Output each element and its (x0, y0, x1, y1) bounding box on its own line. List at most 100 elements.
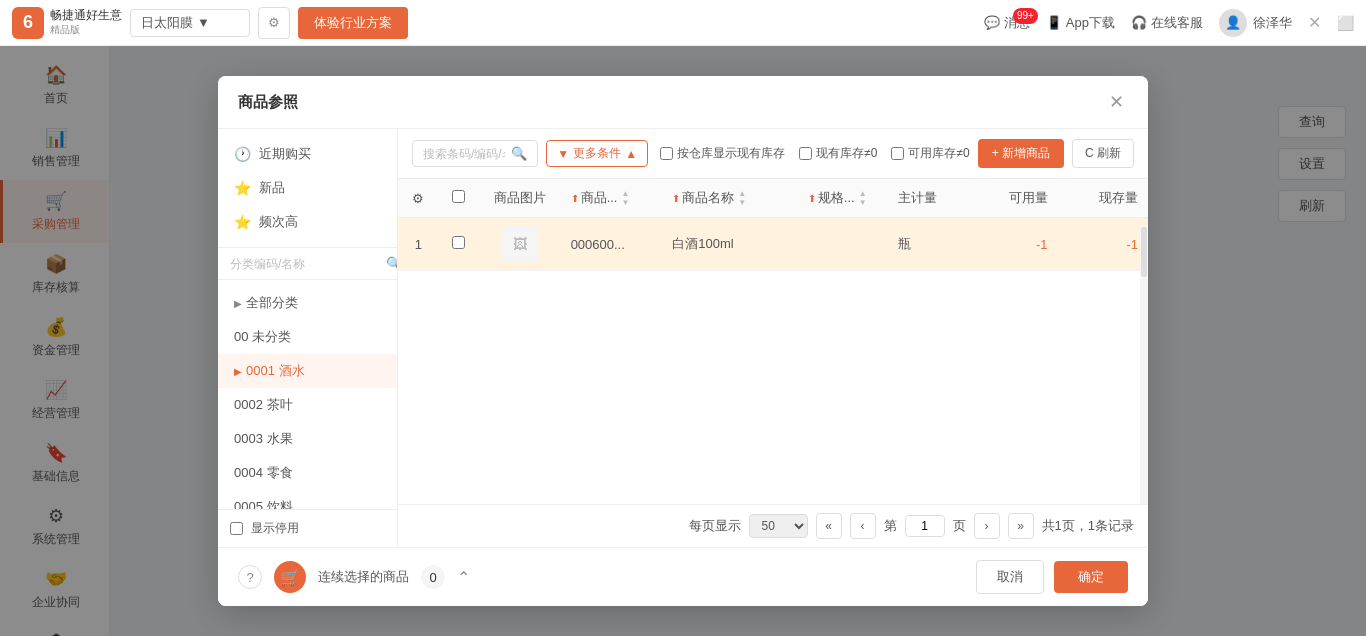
more-filter-button[interactable]: ▼ 更多条件 ▲ (546, 140, 648, 167)
cat-all[interactable]: ▶ 全部分类 (218, 286, 397, 320)
cat-tea[interactable]: 0002 茶叶 (218, 388, 397, 422)
col-code-header[interactable]: ⬆ 商品... ▲ ▼ (561, 179, 663, 218)
sort-spec-icon: ⬆ (808, 193, 816, 204)
product-search-input[interactable] (423, 147, 505, 161)
row-name-cell: 白酒100ml (662, 218, 798, 271)
app-download-item[interactable]: 📱 App下载 (1046, 14, 1115, 32)
app-logo-icon: 6 (12, 7, 44, 39)
footer-actions: 取消 确定 (976, 560, 1128, 594)
modal-close-button[interactable]: ✕ (1104, 90, 1128, 114)
by-warehouse-label: 按仓库显示现有库存 (677, 145, 785, 162)
modal-header: 商品参照 ✕ (218, 76, 1148, 129)
stock-nonzero-input[interactable] (799, 147, 812, 160)
help-button[interactable]: ? (238, 565, 262, 589)
category-search-input[interactable] (230, 257, 380, 271)
cat-fruit-label: 0003 水果 (234, 430, 293, 448)
first-page-btn[interactable]: « (816, 513, 842, 539)
col-code-label: 商品... (581, 189, 618, 207)
user-area[interactable]: 👤 徐泽华 (1219, 9, 1292, 37)
modal-body: 🕐 近期购买 ⭐ 新品 ⭐ 频次高 (218, 129, 1148, 547)
total-records-label: 共1页，1条记录 (1042, 517, 1134, 535)
cart-icon: 🛒 (280, 568, 300, 587)
avail-nonzero-input[interactable] (891, 147, 904, 160)
cat-beverage[interactable]: 0005 饮料 (218, 490, 397, 509)
add-product-button[interactable]: + 新增商品 (978, 139, 1064, 168)
recent-icon: 🕐 (234, 146, 251, 162)
freq-icon: ⭐ (234, 214, 251, 230)
online-service-label: 在线客服 (1151, 14, 1203, 32)
high-freq-tab[interactable]: ⭐ 频次高 (218, 205, 397, 239)
row-stock: -1 (1126, 237, 1138, 252)
window-expand-icon[interactable]: ⬜ (1337, 15, 1354, 31)
col-unit-header: 主计量 (888, 179, 967, 218)
window-close-icon[interactable]: ✕ (1308, 13, 1321, 32)
row-checkbox[interactable] (452, 236, 465, 249)
row-checkbox-cell[interactable] (439, 218, 480, 271)
trial-button[interactable]: 体验行业方案 (298, 7, 408, 39)
cancel-button[interactable]: 取消 (976, 560, 1044, 594)
settings-gear-btn[interactable]: ⚙ (258, 7, 290, 39)
app-download-label: App下载 (1066, 14, 1115, 32)
per-page-select[interactable]: 50 20 100 (749, 514, 808, 538)
cat-liquor[interactable]: ▶ 0001 酒水 (218, 354, 397, 388)
table-row[interactable]: 1 🖼 (398, 218, 1148, 271)
selected-count-badge: 0 (421, 565, 445, 589)
prev-page-btn[interactable]: ‹ (850, 513, 876, 539)
code-sort-arrows[interactable]: ▲ ▼ (621, 190, 629, 207)
checkbox-avail-nonzero[interactable]: 可用库存≠0 (891, 145, 969, 162)
filter-checkboxes: 按仓库显示现有库存 现有库存≠0 可用库存≠0 (660, 145, 970, 162)
gear-icon: ⚙ (268, 15, 280, 30)
checkbox-stock-nonzero[interactable]: 现有库存≠0 (799, 145, 877, 162)
last-page-btn[interactable]: » (1008, 513, 1034, 539)
next-page-btn[interactable]: › (974, 513, 1000, 539)
table-settings-icon[interactable]: ⚙ (412, 191, 424, 206)
recent-purchase-tab[interactable]: 🕐 近期购买 (218, 137, 397, 171)
page-number-input[interactable] (905, 515, 945, 537)
confirm-button[interactable]: 确定 (1054, 561, 1128, 593)
show-disabled-checkbox[interactable] (230, 522, 243, 535)
cat-fruit[interactable]: 0003 水果 (218, 422, 397, 456)
cat-snack[interactable]: 0004 零食 (218, 456, 397, 490)
page-prefix-label: 第 (884, 517, 897, 535)
expand-liquor-icon: ▶ (234, 366, 242, 377)
high-freq-label: 频次高 (259, 213, 298, 231)
new-product-tab[interactable]: ⭐ 新品 (218, 171, 397, 205)
category-search-area: 🔍 (218, 248, 397, 280)
cat-unclassified[interactable]: 00 未分类 (218, 320, 397, 354)
spec-sort-arrows[interactable]: ▲ ▼ (859, 190, 867, 207)
col-spec-header[interactable]: ⬆ 规格... ▲ ▼ (798, 179, 888, 218)
row-stock-cell: -1 (1058, 218, 1148, 271)
phone-icon: 📱 (1046, 15, 1062, 30)
cat-liquor-label: 0001 酒水 (246, 362, 305, 380)
col-stock-header: 现存量 (1058, 179, 1148, 218)
col-settings-header[interactable]: ⚙ (398, 179, 439, 218)
user-avatar: 👤 (1219, 9, 1247, 37)
table-actions: + 新增商品 C 刷新 (978, 139, 1134, 168)
search-icon[interactable]: 🔍 (511, 146, 527, 161)
continuous-label: 连续选择的商品 (318, 568, 409, 586)
cart-button[interactable]: 🛒 (274, 561, 306, 593)
notification-item[interactable]: 💬 消息 99+ (984, 14, 1030, 32)
cat-beverage-label: 0005 饮料 (234, 498, 293, 509)
cat-unclassified-label: 00 未分类 (234, 328, 291, 346)
collapse-icon[interactable]: ⌃ (457, 568, 470, 587)
col-name-header[interactable]: ⬆ 商品名称 ▲ ▼ (662, 179, 798, 218)
select-all-checkbox[interactable] (452, 190, 465, 203)
notification-badge: 99+ (1013, 8, 1038, 24)
checkbox-by-warehouse[interactable]: 按仓库显示现有库存 (660, 145, 785, 162)
online-service-item[interactable]: 🎧 在线客服 (1131, 14, 1203, 32)
row-code-cell: 000600... (561, 218, 663, 271)
by-warehouse-input[interactable] (660, 147, 673, 160)
refresh-table-button[interactable]: C 刷新 (1072, 139, 1134, 168)
pagination-bar: 每页显示 50 20 100 « ‹ 第 页 › » 共1页，1条记录 (398, 504, 1148, 547)
filter-arrow-icon: ▲ (625, 147, 637, 161)
product-table: ⚙ 商品图片 (398, 179, 1148, 271)
cat-tea-label: 0002 茶叶 (234, 396, 293, 414)
product-table-wrap: ⚙ 商品图片 (398, 179, 1148, 504)
product-image-placeholder: 🖼 (502, 226, 538, 262)
stock-nonzero-label: 现有库存≠0 (816, 145, 877, 162)
category-search-icon[interactable]: 🔍 (386, 256, 398, 271)
store-selector[interactable]: 日太阳膜 ▼ (130, 9, 250, 37)
scrollbar-thumb (1141, 227, 1147, 277)
name-sort-arrows[interactable]: ▲ ▼ (738, 190, 746, 207)
